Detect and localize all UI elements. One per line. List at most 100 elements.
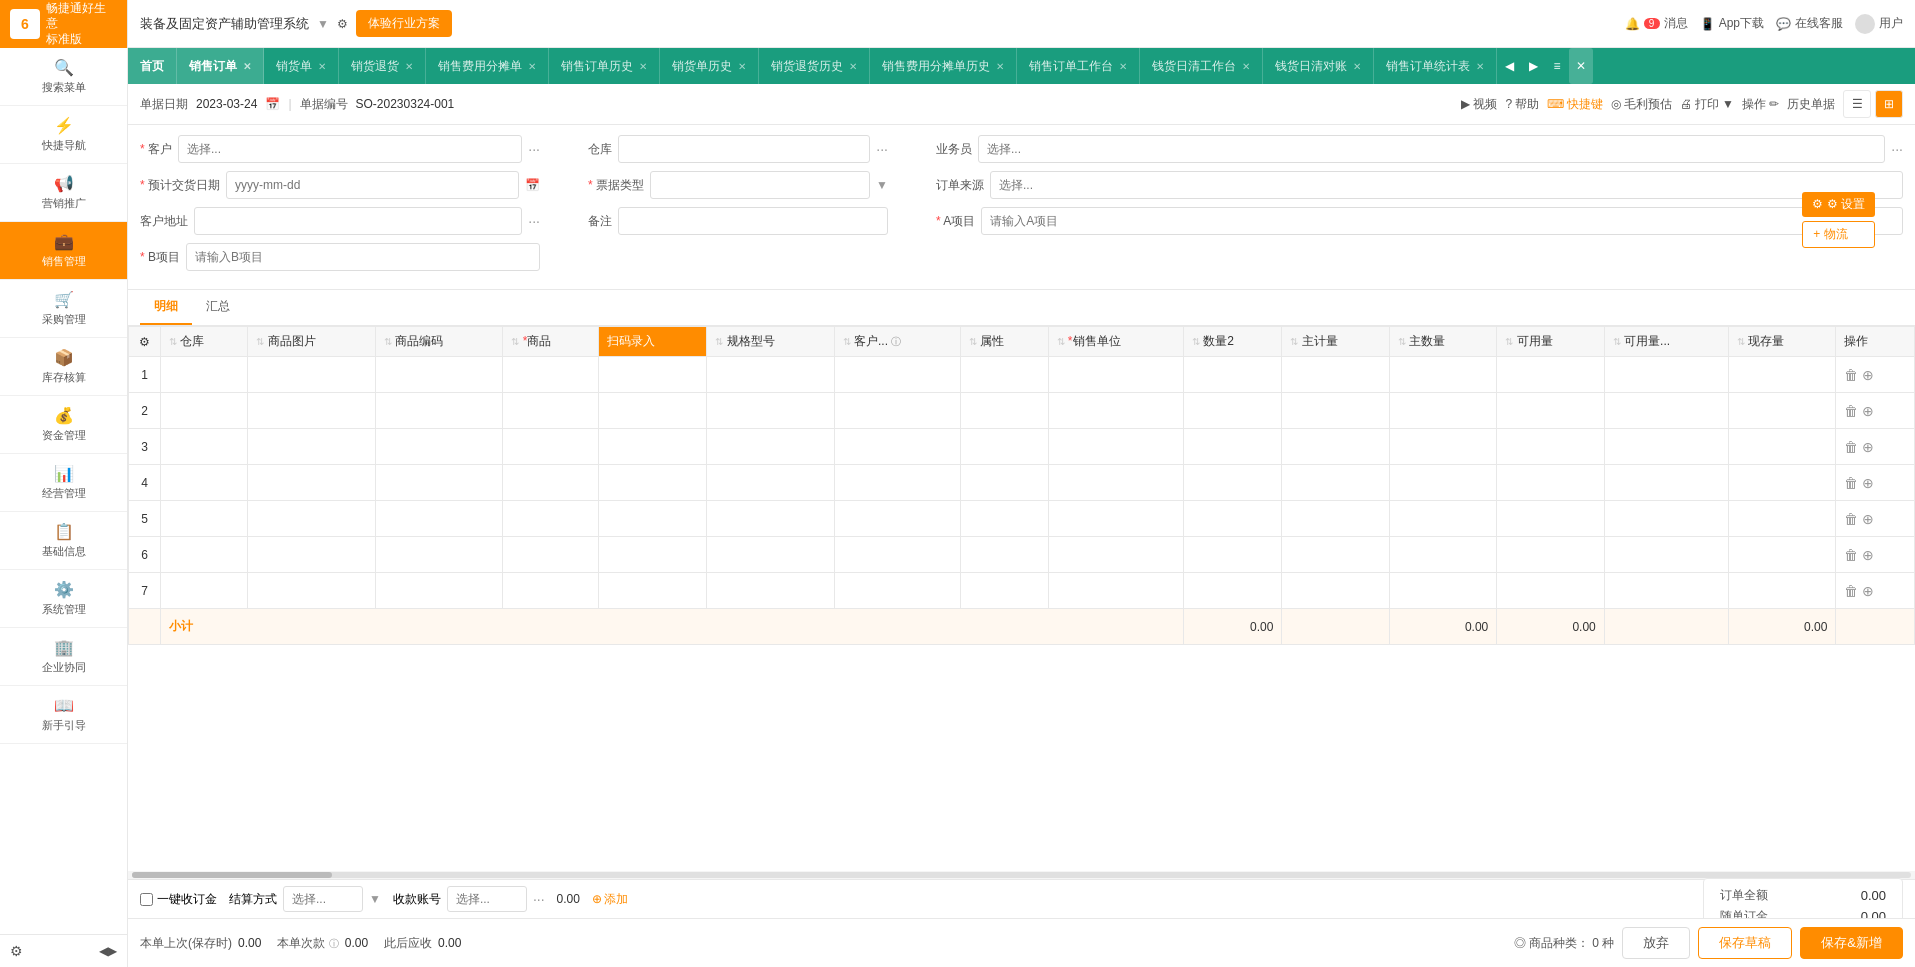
scrollbar-track[interactable] <box>132 872 1911 878</box>
cell-attr[interactable] <box>961 393 1048 429</box>
cell-code[interactable] <box>375 501 503 537</box>
tab-next-button[interactable]: ▶ <box>1521 48 1545 84</box>
col-image[interactable]: ⇅ 商品图片 <box>248 327 376 357</box>
tab-close-icon[interactable]: ✕ <box>243 61 251 72</box>
col-available2[interactable]: ⇅ 可用量... <box>1604 327 1728 357</box>
cell-warehouse[interactable] <box>161 357 248 393</box>
add-button[interactable]: ⊕ 添加 <box>592 891 628 908</box>
sidebar-item-guide[interactable]: 📖 新手引导 <box>0 686 127 744</box>
cell-scan[interactable] <box>598 393 707 429</box>
col-customer-code[interactable]: ⇅ 客户... ⓘ <box>834 327 960 357</box>
settings-icon[interactable]: ⚙ <box>337 17 348 31</box>
tab-close-icon[interactable]: ✕ <box>1476 61 1484 72</box>
history-button[interactable]: 历史单据 <box>1787 96 1835 113</box>
cell-spec[interactable] <box>707 537 835 573</box>
calendar-icon[interactable]: 📅 <box>525 178 540 192</box>
cell-code[interactable] <box>375 537 503 573</box>
cell-customer-code[interactable] <box>834 537 960 573</box>
settings-button[interactable]: ⚙ ⚙ 设置 <box>1802 192 1875 217</box>
grid-view-button[interactable]: ⊞ <box>1875 90 1903 118</box>
cell-customer-code[interactable] <box>834 357 960 393</box>
col-settings[interactable]: ⚙ <box>129 327 161 357</box>
cell-stock[interactable] <box>1728 537 1835 573</box>
col-product[interactable]: ⇅ *商品 <box>503 327 598 357</box>
delete-row-icon[interactable]: 🗑 <box>1844 475 1858 491</box>
tab-order-history[interactable]: 销售订单历史 ✕ <box>549 48 660 84</box>
cell-product[interactable] <box>503 573 598 609</box>
cell-attr[interactable] <box>961 573 1048 609</box>
cell-unit[interactable] <box>1048 537 1183 573</box>
cell-qty2[interactable] <box>1183 393 1282 429</box>
tab-sales-return[interactable]: 销货单 ✕ <box>264 48 339 84</box>
operation-button[interactable]: 操作 ✏ <box>1742 96 1779 113</box>
tab-close-icon[interactable]: ✕ <box>639 61 647 72</box>
cell-available2[interactable] <box>1604 429 1728 465</box>
cell-main-unit[interactable] <box>1282 501 1389 537</box>
cell-stock[interactable] <box>1728 501 1835 537</box>
cell-scan[interactable] <box>598 465 707 501</box>
cell-main-unit[interactable] <box>1282 393 1389 429</box>
cell-main-unit[interactable] <box>1282 465 1389 501</box>
add-logistics-button[interactable]: + 物流 <box>1802 221 1875 248</box>
tab-refund-history[interactable]: 销货退货历史 ✕ <box>759 48 870 84</box>
cell-available[interactable] <box>1497 393 1604 429</box>
cell-available[interactable] <box>1497 573 1604 609</box>
cell-code[interactable] <box>375 465 503 501</box>
delete-row-icon[interactable]: 🗑 <box>1844 583 1858 599</box>
shortcut-button[interactable]: ⌨ 快捷键 <box>1547 96 1603 113</box>
tab-close-icon[interactable]: ✕ <box>849 61 857 72</box>
cell-main-unit[interactable] <box>1282 537 1389 573</box>
cell-main-qty[interactable] <box>1389 465 1496 501</box>
copy-row-icon[interactable]: ⊕ <box>1862 547 1874 563</box>
cell-customer-code[interactable] <box>834 573 960 609</box>
sidebar-item-finance[interactable]: 💰 资金管理 <box>0 396 127 454</box>
cell-product[interactable] <box>503 465 598 501</box>
cell-product[interactable] <box>503 357 598 393</box>
copy-row-icon[interactable]: ⊕ <box>1862 583 1874 599</box>
column-settings-icon[interactable]: ⚙ <box>139 335 150 349</box>
tab-daily-clear[interactable]: 钱货日清工作台 ✕ <box>1140 48 1263 84</box>
cell-stock[interactable] <box>1728 429 1835 465</box>
cell-main-qty[interactable] <box>1389 573 1496 609</box>
tab-close-icon[interactable]: ✕ <box>405 61 413 72</box>
address-more-button[interactable]: ··· <box>528 213 540 229</box>
cell-stock[interactable] <box>1728 393 1835 429</box>
cell-spec[interactable] <box>707 501 835 537</box>
chevron-down-icon[interactable]: ▼ <box>876 178 888 192</box>
col-warehouse[interactable]: ⇅ 仓库 <box>161 327 248 357</box>
cell-code[interactable] <box>375 429 503 465</box>
cell-qty2[interactable] <box>1183 537 1282 573</box>
cell-image[interactable] <box>248 465 376 501</box>
cell-available[interactable] <box>1497 465 1604 501</box>
cell-attr[interactable] <box>961 429 1048 465</box>
cell-scan[interactable] <box>598 537 707 573</box>
cell-warehouse[interactable] <box>161 501 248 537</box>
user-menu-button[interactable]: 用户 <box>1855 14 1903 34</box>
print-button[interactable]: 🖨 打印 ▼ <box>1680 96 1734 113</box>
cell-main-qty[interactable] <box>1389 429 1496 465</box>
delete-row-icon[interactable]: 🗑 <box>1844 547 1858 563</box>
cell-available2[interactable] <box>1604 573 1728 609</box>
cell-scan[interactable] <box>598 501 707 537</box>
cell-unit[interactable] <box>1048 429 1183 465</box>
copy-row-icon[interactable]: ⊕ <box>1862 367 1874 383</box>
cell-product[interactable] <box>503 537 598 573</box>
cell-warehouse[interactable] <box>161 537 248 573</box>
cell-customer-code[interactable] <box>834 465 960 501</box>
cell-attr[interactable] <box>961 465 1048 501</box>
cell-attr[interactable] <box>961 501 1048 537</box>
cell-main-qty[interactable] <box>1389 393 1496 429</box>
cell-warehouse[interactable] <box>161 573 248 609</box>
cell-main-qty[interactable] <box>1389 537 1496 573</box>
experience-button[interactable]: 体验行业方案 <box>356 10 452 37</box>
col-main-unit[interactable]: ⇅ 主计量 <box>1282 327 1389 357</box>
app-download-button[interactable]: 📱 App下载 <box>1700 15 1764 32</box>
cell-product[interactable] <box>503 429 598 465</box>
cell-unit[interactable] <box>1048 501 1183 537</box>
cell-attr[interactable] <box>961 537 1048 573</box>
scrollbar-thumb[interactable] <box>132 872 332 878</box>
cell-qty2[interactable] <box>1183 573 1282 609</box>
tab-sales-order[interactable]: 销售订单 ✕ <box>177 48 264 84</box>
cell-spec[interactable] <box>707 357 835 393</box>
chevron-down-icon[interactable]: ▼ <box>369 892 381 906</box>
